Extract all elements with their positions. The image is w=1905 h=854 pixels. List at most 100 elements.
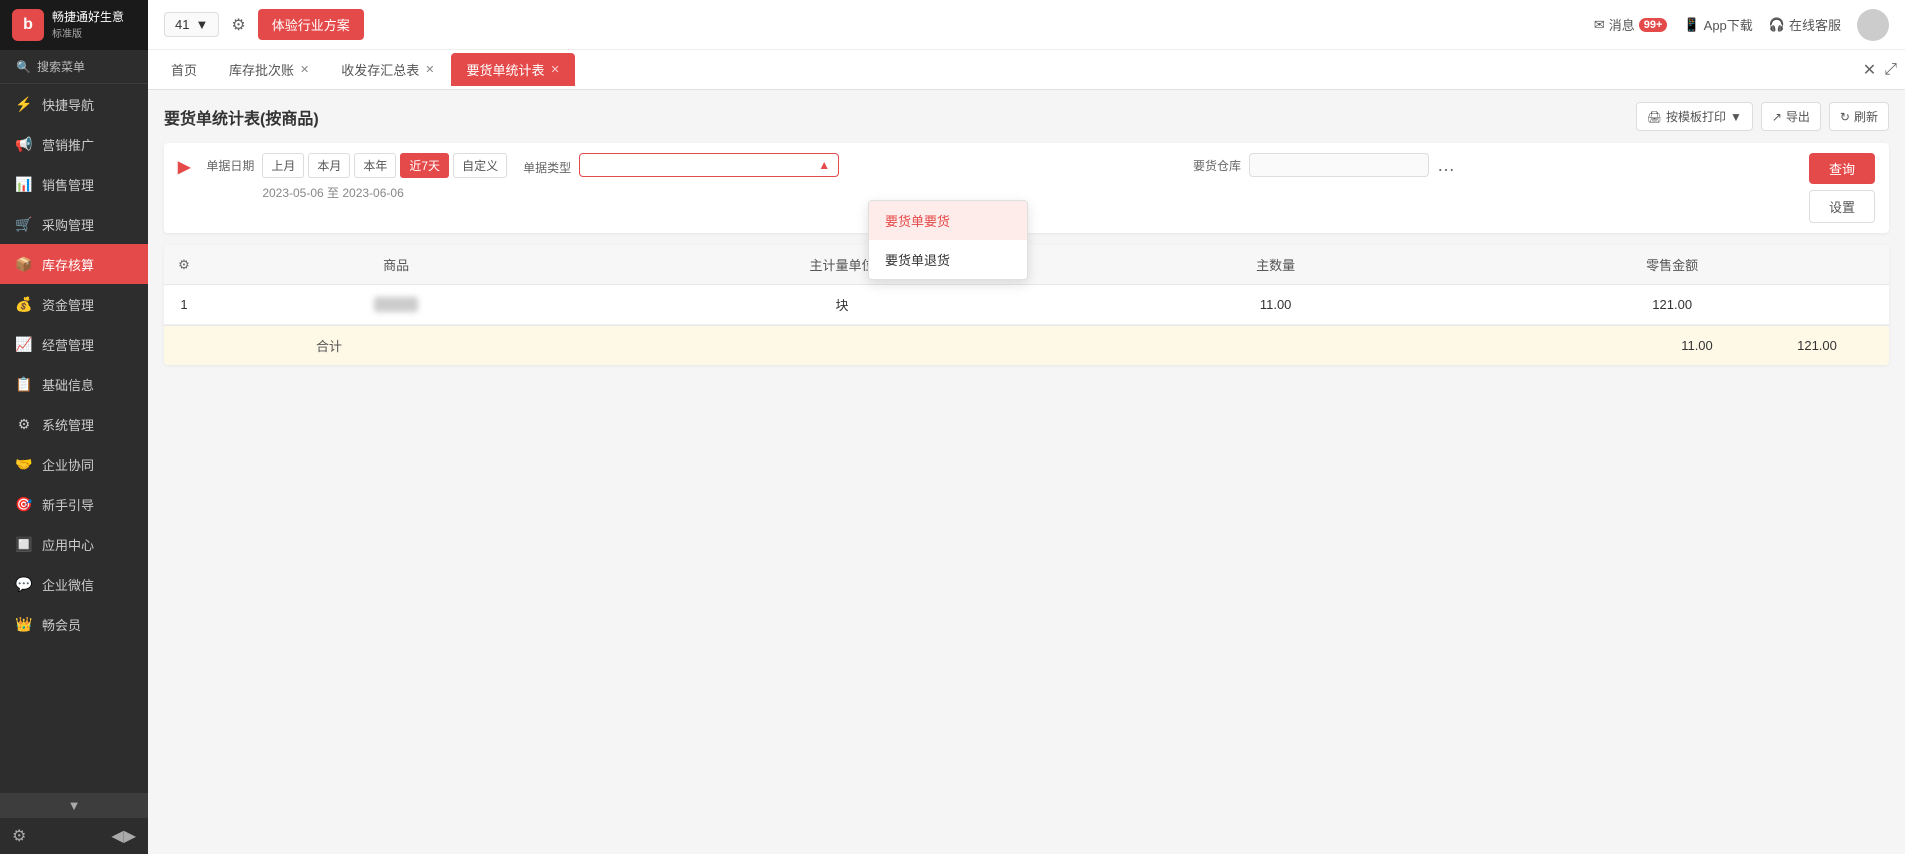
table-wrapper: ⚙ 商品 主计量单位 主数量 零售金额 1 — [164, 245, 1889, 365]
table-header-row: ⚙ 商品 主计量单位 主数量 零售金额 — [164, 245, 1889, 285]
tab-label: 库存批次账 — [229, 60, 294, 79]
th-settings[interactable]: ⚙ — [164, 245, 204, 285]
date-btn-this-year[interactable]: 本年 — [354, 153, 396, 178]
sidebar-item-jichu[interactable]: 📋 基础信息 — [0, 364, 148, 404]
tab-shoufa-huizong[interactable]: 收发存汇总表 ✕ — [326, 53, 449, 86]
app-name: 畅捷通好生意 — [52, 10, 124, 26]
date-btn-custom[interactable]: 自定义 — [453, 153, 507, 178]
tab-label: 首页 — [171, 60, 197, 79]
type-select-arrow-icon: ▲ — [818, 158, 830, 172]
app-logo-icon: b — [12, 9, 44, 41]
tab-close-icon[interactable]: ✕ — [300, 63, 309, 76]
tab-yaohuo-tongji[interactable]: 要货单统计表 ✕ — [451, 53, 574, 86]
user-avatar[interactable] — [1857, 9, 1889, 41]
sidebar-item-xitong[interactable]: ⚙ 系统管理 — [0, 404, 148, 444]
sidebar: b 畅捷通好生意 标准版 🔍 搜索菜单 ⚡ 快捷导航 📢 营销推广 📊 销售管理… — [0, 0, 148, 854]
sidebar-item-kuaijie[interactable]: ⚡ 快捷导航 — [0, 84, 148, 124]
export-icon: ↗ — [1772, 110, 1782, 124]
date-btn-7days[interactable]: 近7天 — [400, 153, 449, 178]
tab-kucun-pizhang[interactable]: 库存批次账 ✕ — [214, 53, 324, 86]
industry-btn[interactable]: 体验行业方案 — [258, 9, 364, 40]
date-quick-btns: 上月 本月 本年 近7天 自定义 — [262, 153, 507, 178]
sidebar-item-yingxiao[interactable]: 📢 营销推广 — [0, 124, 148, 164]
print-label: 按模板打印 — [1666, 108, 1726, 125]
footer-label: 合计 — [176, 336, 1637, 355]
tab-home[interactable]: 首页 — [156, 53, 212, 86]
row-amount: 121.00 — [1455, 285, 1889, 325]
sidebar-item-jingying[interactable]: 📈 经营管理 — [0, 324, 148, 364]
th-unit: 主计量单位 — [588, 245, 1096, 285]
sidebar-item-huiyuan[interactable]: 👑 畅会员 — [0, 604, 148, 644]
tab-expand-icon[interactable]: ⤢ — [1884, 61, 1897, 79]
sidebar-item-yingyong[interactable]: 🔲 应用中心 — [0, 524, 148, 564]
zijin-icon: 💰 — [14, 294, 34, 314]
sidebar-item-xiaoshou[interactable]: 📊 销售管理 — [0, 164, 148, 204]
page-title-bar: 要货单统计表(按商品) 🖨 按模板打印 ▼ ↗ 导出 ↻ — [164, 102, 1889, 131]
tab-close-all-icon[interactable]: ✕ — [1863, 60, 1876, 80]
jichu-icon: 📋 — [14, 374, 34, 394]
search-icon: 🔍 — [16, 60, 31, 74]
nav-label: 销售管理 — [42, 175, 94, 194]
settings-icon[interactable]: ⚙ — [12, 826, 26, 846]
sidebar-item-caigou[interactable]: 🛒 采购管理 — [0, 204, 148, 244]
more-filter-btn[interactable]: … — [1437, 155, 1455, 176]
sidebar-logo: b 畅捷通好生意 标准版 — [0, 0, 148, 50]
search-menu[interactable]: 🔍 搜索菜单 — [0, 50, 148, 84]
print-btn[interactable]: 🖨 按模板打印 ▼ — [1636, 102, 1753, 131]
export-btn[interactable]: ↗ 导出 — [1761, 102, 1821, 131]
main-wrapper: 41 ▼ ⚙ 体验行业方案 ✉ 消息 99+ 📱 App下载 🎧 在 — [148, 0, 1905, 854]
date-btn-last-month[interactable]: 上月 — [262, 153, 304, 178]
tab-close-icon[interactable]: ✕ — [551, 63, 560, 76]
sidebar-scroll-down[interactable]: ▼ — [0, 793, 148, 817]
sidebar-bottom: ⚙ ◀▶ — [0, 817, 148, 854]
sidebar-item-weixin[interactable]: 💬 企业微信 — [0, 564, 148, 604]
tabs-controls: ✕ ⤢ — [1863, 60, 1897, 80]
nav-label: 采购管理 — [42, 215, 94, 234]
yingxiao-icon: 📢 — [14, 134, 34, 154]
table-row: 1 块 11.00 121.00 — [164, 285, 1889, 325]
search-label: 搜索菜单 — [37, 58, 85, 75]
nav-label: 营销推广 — [42, 135, 94, 154]
th-quantity: 主数量 — [1096, 245, 1455, 285]
data-table: ⚙ 商品 主计量单位 主数量 零售金额 1 — [164, 245, 1889, 325]
yingyong-icon: 🔲 — [14, 534, 34, 554]
online-service-btn[interactable]: 🎧 在线客服 — [1769, 15, 1841, 34]
msg-label: 消息 — [1609, 15, 1635, 34]
nav-label: 快捷导航 — [42, 95, 94, 114]
refresh-btn[interactable]: ↻ 刷新 — [1829, 102, 1889, 131]
sidebar-item-zijin[interactable]: 💰 资金管理 — [0, 284, 148, 324]
sidebar-item-xinshou[interactable]: 🎯 新手引导 — [0, 484, 148, 524]
weixin-icon: 💬 — [14, 574, 34, 594]
type-select[interactable]: ▲ — [579, 153, 839, 177]
message-btn[interactable]: ✉ 消息 99+ — [1594, 15, 1668, 34]
app-download-btn[interactable]: 📱 App下载 — [1683, 15, 1752, 34]
filter-settings-btn[interactable]: 设置 — [1809, 190, 1875, 223]
query-btn[interactable]: 查询 — [1809, 153, 1875, 184]
print-dropdown-icon: ▼ — [1730, 110, 1742, 124]
app-version: 标准版 — [52, 25, 124, 40]
th-amount: 零售金额 — [1455, 245, 1889, 285]
export-label: 导出 — [1786, 108, 1810, 125]
msg-badge: 99+ — [1639, 18, 1668, 32]
row-index: 1 — [164, 285, 204, 325]
store-name: 41 — [175, 17, 189, 32]
footer-quantity: 11.00 — [1681, 338, 1713, 353]
sidebar-item-kucun[interactable]: 📦 库存核算 — [0, 244, 148, 284]
collapse-icon[interactable]: ◀▶ — [111, 826, 136, 846]
tab-close-icon[interactable]: ✕ — [425, 63, 434, 76]
caigou-icon: 🛒 — [14, 214, 34, 234]
filter-toggle-btn[interactable]: ▶ — [178, 157, 190, 177]
date-btn-this-month[interactable]: 本月 — [308, 153, 350, 178]
warehouse-input[interactable] — [1249, 153, 1429, 177]
sidebar-item-qiye[interactable]: 🤝 企业协同 — [0, 444, 148, 484]
store-selector[interactable]: 41 ▼ — [164, 12, 219, 37]
header-gear-btn[interactable]: ⚙ — [231, 15, 245, 35]
nav-label: 新手引导 — [42, 495, 94, 514]
page-title: 要货单统计表(按商品) — [164, 105, 319, 129]
download-icon: 📱 — [1683, 17, 1699, 33]
xitong-icon: ⚙ — [14, 414, 34, 434]
jingying-icon: 📈 — [14, 334, 34, 354]
service-label: 在线客服 — [1789, 15, 1841, 34]
qiye-icon: 🤝 — [14, 454, 34, 474]
xiaoshou-icon: 📊 — [14, 174, 34, 194]
